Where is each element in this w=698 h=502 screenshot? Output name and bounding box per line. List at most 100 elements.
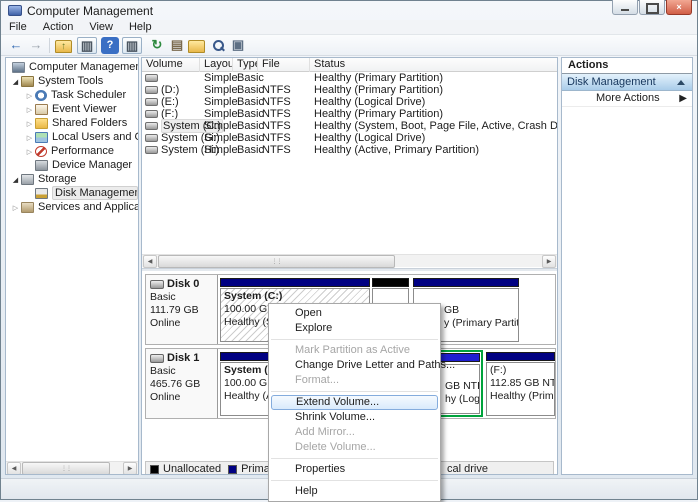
scroll-left-icon[interactable]: ◀ (7, 462, 21, 475)
app-icon (8, 5, 22, 16)
menu-help[interactable]: Help (121, 21, 160, 33)
back-icon[interactable]: ← (7, 37, 25, 54)
sidebar-item-shared-folders[interactable]: Shared Folders (6, 116, 138, 130)
column-header-volume[interactable]: Volume (142, 58, 200, 72)
menu-item-mark-partition-as-active[interactable]: Mark Partition as Active (269, 343, 440, 358)
performance-icon (35, 146, 47, 157)
help-icon[interactable]: ? (101, 37, 119, 54)
volume-row[interactable]: (D:) Simple Basic NTFS Healthy (Primary … (142, 84, 557, 96)
drive-icon (145, 110, 158, 118)
more-actions-item[interactable]: More Actions ▶ (562, 91, 692, 107)
scroll-left-icon[interactable]: ◀ (143, 255, 157, 268)
expander-icon[interactable] (24, 89, 35, 101)
menu-view[interactable]: View (81, 21, 121, 33)
drive-icon (145, 122, 158, 130)
menu-action[interactable]: Action (35, 21, 82, 33)
actions-group-disk-management[interactable]: Disk Management (562, 74, 692, 91)
sidebar-item-performance[interactable]: Performance (6, 144, 138, 158)
menu-bar: File Action View Help (1, 20, 697, 35)
menu-item-open[interactable]: Open (269, 306, 440, 321)
show-action-pane-icon[interactable]: ▥ (122, 37, 142, 54)
sidebar-item-device-manager[interactable]: Device Manager (6, 158, 138, 172)
disk-1-header[interactable]: Disk 1 Basic 465.76 GB Online (146, 349, 218, 418)
scrollbar-thumb[interactable] (22, 462, 110, 475)
column-header-type[interactable]: Type (233, 58, 258, 72)
minimize-button[interactable] (612, 0, 638, 15)
menu-file[interactable]: File (1, 21, 35, 33)
column-header-layout[interactable]: Layout (200, 58, 233, 72)
up-one-level-icon[interactable]: ↑ (55, 40, 72, 53)
menu-item-shrink-volume[interactable]: Shrink Volume... (269, 410, 440, 425)
sidebar-item-local-users-and-groups[interactable]: Local Users and Groups (6, 130, 138, 144)
close-button[interactable]: × (666, 0, 692, 15)
forward-icon[interactable]: → (27, 37, 45, 54)
shared-folders-icon (35, 118, 48, 129)
menu-item-extend-volume[interactable]: Extend Volume... (271, 395, 438, 410)
partition-f[interactable]: (F:) 112.85 GB NTFS Healthy (Primar (486, 352, 555, 416)
chevron-up-icon[interactable] (677, 80, 685, 85)
sidebar-item-label: Services and Applications (38, 201, 138, 213)
volume-row[interactable]: Simple Basic Healthy (Primary Partition) (142, 72, 557, 84)
disk-management-icon (35, 188, 48, 199)
sidebar-item-label: Device Manager (52, 159, 132, 171)
properties-icon[interactable]: ▤ (168, 37, 186, 54)
toolbar: ← → ↑ ▥ ? ▥ ↻ ▤ ▣ (1, 35, 697, 56)
maximize-button[interactable] (639, 0, 665, 15)
sidebar-item-task-scheduler[interactable]: Task Scheduler (6, 88, 138, 102)
expander-icon[interactable] (24, 145, 35, 157)
scroll-right-icon[interactable]: ▶ (123, 462, 137, 475)
sidebar-item-storage[interactable]: Storage (6, 172, 138, 186)
sidebar-item-system-tools[interactable]: System Tools (6, 74, 138, 88)
disk-settings-icon[interactable]: ▣ (229, 37, 247, 54)
menu-item-explore[interactable]: Explore (269, 321, 440, 336)
sidebar-item-computer-management[interactable]: Computer Management (Local (6, 60, 138, 74)
menu-item-delete-volume[interactable]: Delete Volume... (269, 440, 440, 455)
sidebar-item-label: Local Users and Groups (52, 131, 138, 143)
task-scheduler-icon (35, 90, 47, 101)
expander-icon[interactable] (24, 117, 35, 129)
column-header-status[interactable]: Status (310, 58, 557, 72)
sidebar-item-label: Computer Management (Local (29, 61, 138, 73)
scroll-right-icon[interactable]: ▶ (542, 255, 556, 268)
volume-row[interactable]: System (H:) Simple Basic NTFS Healthy (A… (142, 144, 557, 156)
menu-item-properties[interactable]: Properties (269, 462, 440, 477)
menu-item-add-mirror[interactable]: Add Mirror... (269, 425, 440, 440)
open-folder-icon[interactable] (188, 40, 205, 53)
menu-item-format[interactable]: Format... (269, 373, 440, 388)
show-console-tree-icon[interactable]: ▥ (77, 37, 97, 54)
primary-partition-bar (486, 352, 555, 361)
disk-icon (150, 280, 164, 289)
expander-icon[interactable] (10, 201, 21, 213)
sidebar-item-services-and-applications[interactable]: Services and Applications (6, 200, 138, 214)
volume-row[interactable]: System (G:) Simple Basic NTFS Healthy (L… (142, 132, 557, 144)
menu-item-change-drive-letter[interactable]: Change Drive Letter and Paths... (269, 358, 440, 373)
disk-state: Online (150, 317, 217, 330)
search-icon[interactable] (209, 37, 227, 54)
expander-icon[interactable] (24, 131, 35, 143)
sidebar-item-label: Disk Management (52, 186, 138, 200)
chevron-right-icon: ▶ (679, 91, 687, 106)
menu-item-help[interactable]: Help (269, 484, 440, 499)
expander-icon[interactable] (10, 75, 21, 87)
volume-list-horizontal-scrollbar[interactable]: ◀ ▶ (142, 254, 557, 267)
actions-title: Actions (562, 58, 692, 74)
scrollbar-thumb[interactable] (158, 255, 395, 268)
tree-horizontal-scrollbar[interactable]: ◀ ▶ (6, 461, 138, 474)
disk-0-header[interactable]: Disk 0 Basic 111.79 GB Online (146, 275, 218, 344)
unallocated-swatch (150, 465, 159, 474)
menu-separator (271, 480, 438, 481)
column-header-file-system[interactable]: File System (258, 58, 310, 72)
unallocated-bar (372, 278, 409, 287)
expander-icon[interactable] (24, 103, 35, 115)
sidebar-item-disk-management[interactable]: Disk Management (6, 186, 138, 200)
title-bar: Computer Management (1, 1, 697, 20)
pane-splitter[interactable] (142, 268, 557, 271)
toolbar-separator (49, 38, 50, 53)
volume-row[interactable]: (E:) Simple Basic NTFS Healthy (Logical … (142, 96, 557, 108)
sidebar-item-event-viewer[interactable]: Event Viewer (6, 102, 138, 116)
expander-icon[interactable] (10, 173, 21, 185)
refresh-icon[interactable]: ↻ (148, 37, 166, 54)
volume-row-system-c[interactable]: System (C:) Simple Basic NTFS Healthy (S… (142, 120, 557, 132)
disk-state: Online (150, 391, 217, 404)
sidebar-item-label: Task Scheduler (51, 89, 126, 101)
